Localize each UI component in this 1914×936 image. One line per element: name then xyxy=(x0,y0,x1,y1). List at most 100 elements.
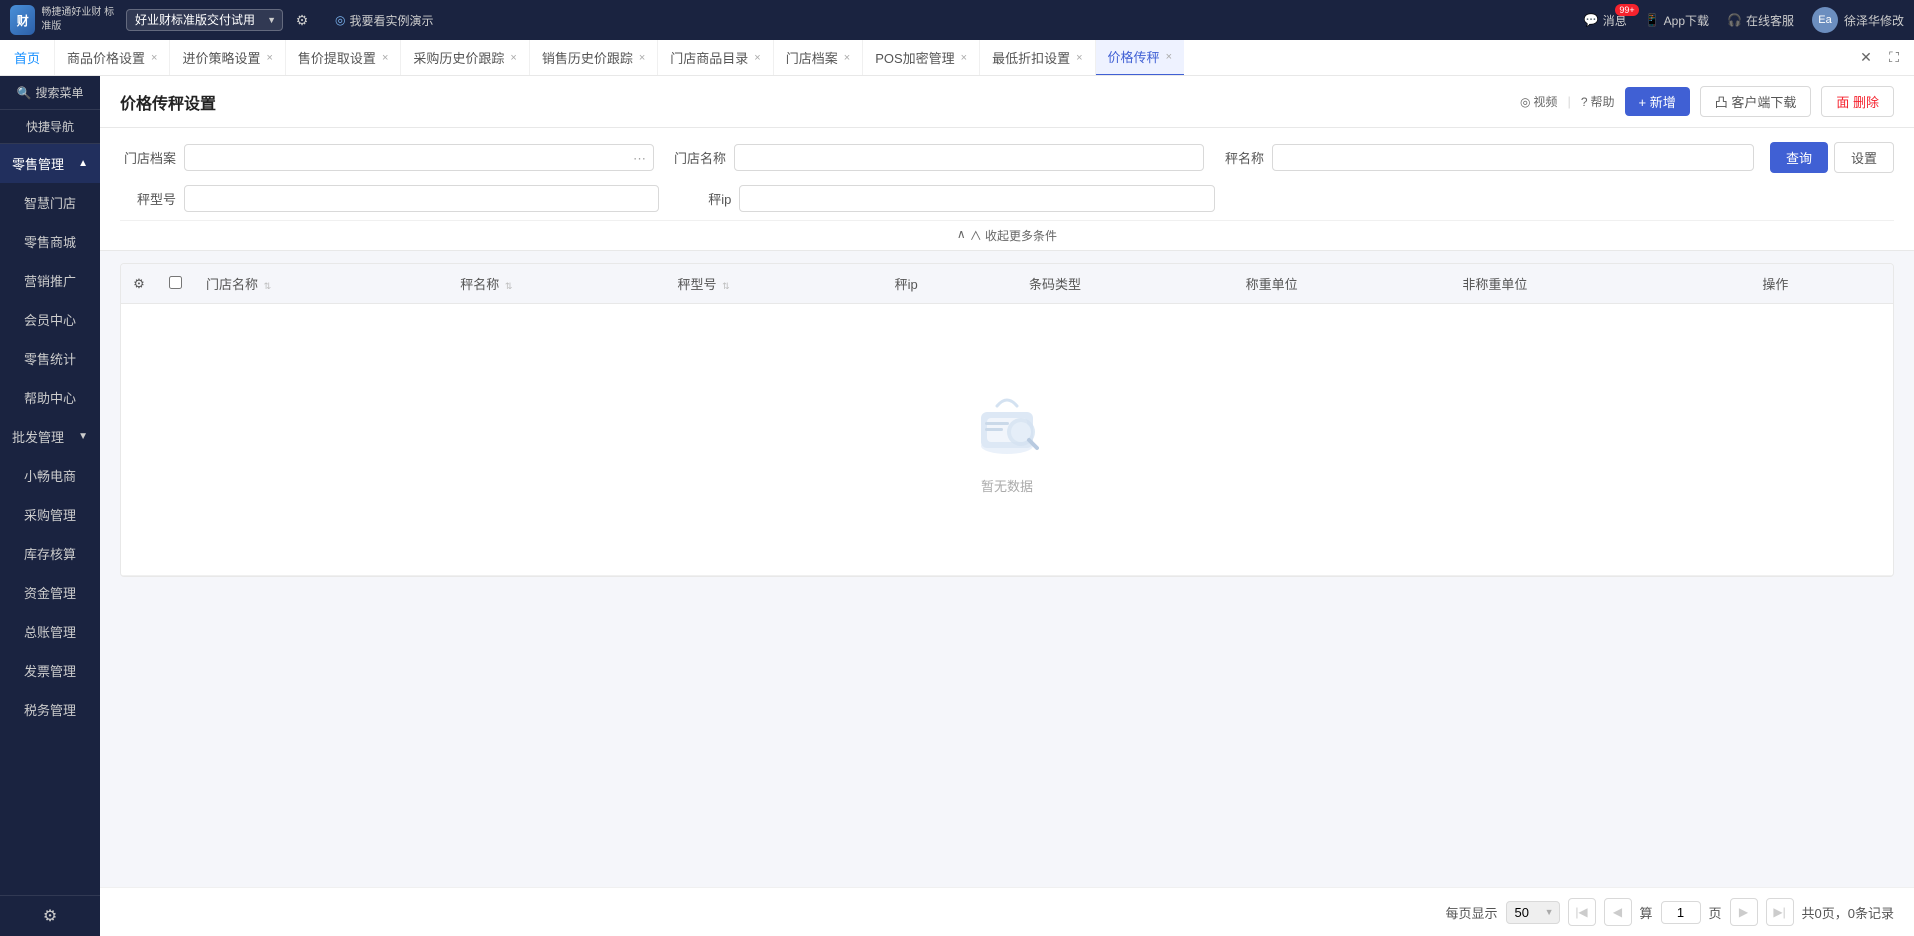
close-icon[interactable]: × xyxy=(1076,52,1082,64)
close-icon[interactable]: × xyxy=(844,52,850,64)
sidebar-item-label: 智慧门店 xyxy=(24,193,76,212)
per-page-select[interactable]: 10 20 50 100 xyxy=(1506,901,1560,924)
sidebar-item-label: 营销推广 xyxy=(24,271,76,290)
sidebar-item-inventory[interactable]: 库存核算 xyxy=(0,534,100,573)
tab-sale-price[interactable]: 售价提取设置× xyxy=(286,40,401,76)
th-checkbox[interactable] xyxy=(157,264,194,304)
video-label: 视频 xyxy=(1533,93,1557,110)
sidebar-item-retail-stats[interactable]: 零售统计 xyxy=(0,339,100,378)
search-buttons: 查询 设置 xyxy=(1770,142,1894,173)
first-page-button[interactable]: |◀ xyxy=(1568,898,1596,926)
sidebar-item-wholesale[interactable]: 批发管理 ▼ xyxy=(0,417,100,456)
sidebar-search[interactable]: 🔍 搜索菜单 xyxy=(0,76,100,110)
expand-icon: ▼ xyxy=(78,431,88,442)
sidebar-item-label: 会员中心 xyxy=(24,310,76,329)
scale-ip-input[interactable] xyxy=(739,185,1214,212)
ellipsis-icon[interactable]: ··· xyxy=(633,150,646,165)
sidebar-item-ecommerce[interactable]: 小畅电商 xyxy=(0,456,100,495)
sidebar-item-ledger[interactable]: 总账管理 xyxy=(0,612,100,651)
tab-purchase-strategy[interactable]: 进价策略设置× xyxy=(170,40,285,76)
close-icon[interactable]: × xyxy=(266,52,272,64)
last-page-button[interactable]: ▶| xyxy=(1766,898,1794,926)
sort-icon[interactable]: ⇅ xyxy=(505,281,513,291)
sidebar-quick-nav[interactable]: 快捷导航 xyxy=(0,110,100,144)
app-download-button[interactable]: 📱 App下载 xyxy=(1645,12,1709,29)
main-layout: 🔍 搜索菜单 快捷导航 零售管理 ▲ 智慧门店 零售商城 营销推广 会员中心 零… xyxy=(0,76,1914,936)
scale-model-label: 秤型号 xyxy=(120,189,176,208)
search-button[interactable]: 查询 xyxy=(1770,142,1828,173)
sidebar-item-finance[interactable]: 资金管理 xyxy=(0,573,100,612)
close-icon[interactable]: × xyxy=(1166,51,1172,63)
close-icon[interactable]: × xyxy=(639,52,645,64)
store-name-input[interactable] xyxy=(734,144,1204,171)
empty-row: 暂无数据 xyxy=(121,304,1893,576)
download-button[interactable]: 凸 客户端下载 xyxy=(1700,86,1812,117)
tab-purchase-history[interactable]: 采购历史价跟踪× xyxy=(401,40,529,76)
settings-button[interactable]: 设置 xyxy=(1834,142,1894,173)
tab-store-catalog[interactable]: 门店商品目录× xyxy=(658,40,773,76)
sidebar-item-smart-store[interactable]: 智慧门店 xyxy=(0,183,100,222)
tab-store-archive[interactable]: 门店档案× xyxy=(774,40,863,76)
help-icon: ? xyxy=(1581,95,1588,109)
sort-icon[interactable]: ⇅ xyxy=(722,281,730,291)
sidebar-item-label: 采购管理 xyxy=(24,505,76,524)
expand-tabs-button[interactable]: ⛶ xyxy=(1880,44,1908,72)
delete-button[interactable]: 面 删除 xyxy=(1821,86,1894,117)
demo-icon: ◎ xyxy=(335,13,345,27)
scale-model-input[interactable] xyxy=(184,185,659,212)
store-name-field: 门店名称 xyxy=(670,144,1204,171)
store-archive-input[interactable] xyxy=(184,144,654,171)
help-link[interactable]: ? 帮助 xyxy=(1581,93,1615,110)
scale-name-input[interactable] xyxy=(1272,144,1754,171)
version-select-wrap[interactable]: 好业财标准版交付试用 ▼ xyxy=(126,9,283,31)
topbar-gear-button[interactable]: ⚙ xyxy=(289,7,315,33)
sidebar-item-label: 批发管理 xyxy=(12,427,64,446)
close-icon[interactable]: × xyxy=(754,52,760,64)
help-label: 帮助 xyxy=(1591,93,1615,110)
online-service-button[interactable]: 🎧 在线客服 xyxy=(1727,12,1794,29)
sidebar-item-retail-mall[interactable]: 零售商城 xyxy=(0,222,100,261)
close-tab-button[interactable]: ✕ xyxy=(1852,44,1880,72)
table-area: ⚙ 门店名称 ⇅ 秤名称 ⇅ 秤型号 xyxy=(100,251,1914,887)
version-select[interactable]: 好业财标准版交付试用 xyxy=(126,9,283,31)
messages-button[interactable]: 💬 消息 99+ xyxy=(1584,12,1627,29)
sidebar-item-tax[interactable]: 税务管理 xyxy=(0,690,100,729)
demo-button[interactable]: ◎ 我要看实例演示 xyxy=(335,12,434,29)
app-download-icon: 📱 xyxy=(1645,13,1660,27)
collapse-button[interactable]: ∧ ∧ 收起更多条件 xyxy=(120,220,1894,250)
sidebar-item-purchase[interactable]: 采购管理 xyxy=(0,495,100,534)
scale-ip-label: 秤ip xyxy=(675,189,731,208)
sort-icon[interactable]: ⇅ xyxy=(264,281,272,291)
tab-home[interactable]: 首页 xyxy=(0,40,55,76)
user-profile[interactable]: Ea 徐泽华修改 xyxy=(1812,7,1904,33)
sidebar-item-retail-management[interactable]: 零售管理 ▲ xyxy=(0,144,100,183)
close-icon[interactable]: × xyxy=(151,52,157,64)
sidebar-item-label: 资金管理 xyxy=(24,583,76,602)
page-suffix: 页 xyxy=(1709,903,1722,922)
sidebar-bottom: ⚙ xyxy=(0,895,100,936)
tab-pos[interactable]: POS加密管理× xyxy=(863,40,980,76)
video-link[interactable]: ◎ 视频 xyxy=(1520,93,1558,110)
tab-price-scale[interactable]: 价格传秤× xyxy=(1096,40,1184,76)
page-input[interactable] xyxy=(1661,901,1701,924)
sidebar-item-invoice[interactable]: 发票管理 xyxy=(0,651,100,690)
next-page-button[interactable]: ▶ xyxy=(1730,898,1758,926)
close-icon[interactable]: × xyxy=(510,52,516,64)
prev-page-button[interactable]: ◀ xyxy=(1604,898,1632,926)
scale-model-field: 秤型号 xyxy=(120,185,659,212)
tab-min-discount[interactable]: 最低折扣设置× xyxy=(980,40,1095,76)
add-button[interactable]: + 新增 xyxy=(1625,87,1690,116)
page-title: 价格传秤设置 xyxy=(120,90,216,114)
tab-sale-history[interactable]: 销售历史价跟踪× xyxy=(530,40,658,76)
tab-product-price[interactable]: 商品价格设置× xyxy=(55,40,170,76)
sidebar-item-help[interactable]: 帮助中心 xyxy=(0,378,100,417)
select-all-checkbox[interactable] xyxy=(169,276,182,289)
th-gear[interactable]: ⚙ xyxy=(121,264,157,304)
sidebar-settings-button[interactable]: ⚙ xyxy=(43,906,57,926)
store-archive-field: 门店档案 ··· xyxy=(120,144,654,171)
sidebar-item-marketing[interactable]: 营销推广 xyxy=(0,261,100,300)
close-icon[interactable]: × xyxy=(961,52,967,64)
close-icon[interactable]: × xyxy=(382,52,388,64)
sidebar-item-label: 帮助中心 xyxy=(24,388,76,407)
sidebar-item-membership[interactable]: 会员中心 xyxy=(0,300,100,339)
